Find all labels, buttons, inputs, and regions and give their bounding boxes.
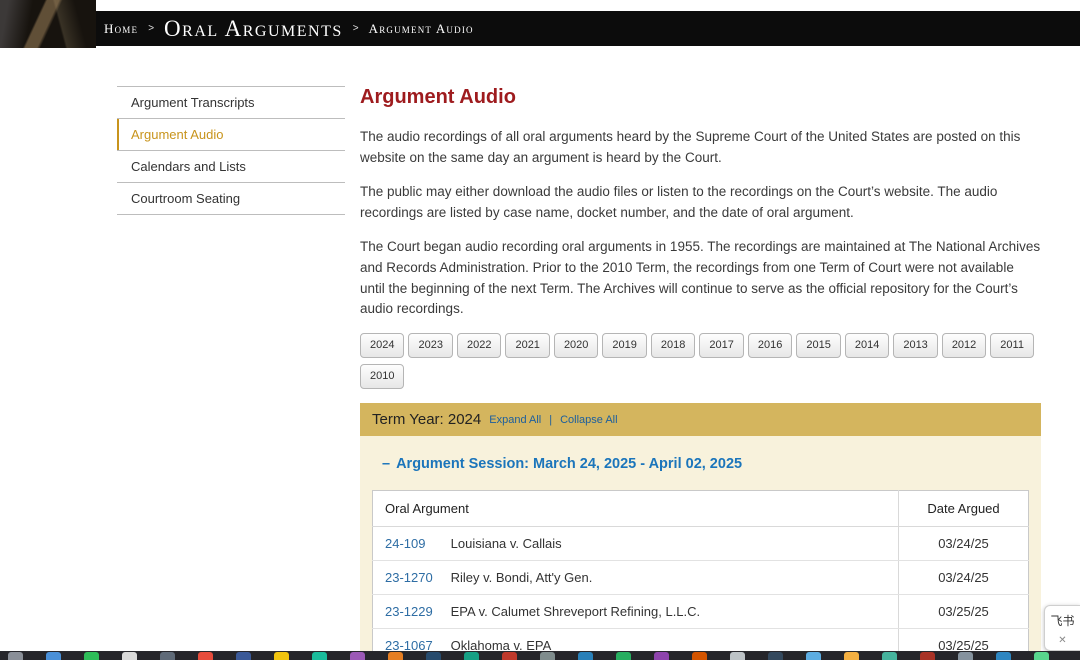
- feishu-popup: 飞书 ✕: [1044, 605, 1080, 651]
- year-button-2019[interactable]: 2019: [602, 333, 647, 359]
- taskbar-app-icon[interactable]: [806, 652, 821, 660]
- taskbar-app-icon[interactable]: [464, 652, 479, 660]
- taskbar-app-icon[interactable]: [8, 652, 23, 660]
- taskbar-app-icon[interactable]: [958, 652, 973, 660]
- taskbar-app-icon[interactable]: [198, 652, 213, 660]
- taskbar-app-icon[interactable]: [236, 652, 251, 660]
- date-argued: 03/24/25: [898, 526, 1029, 562]
- year-button-2020[interactable]: 2020: [553, 333, 599, 359]
- argument-session-label: Argument Session: March 24, 2025 - April…: [396, 456, 743, 473]
- case-name: Louisiana v. Callais: [450, 536, 562, 552]
- taskbar-app-icon[interactable]: [274, 652, 289, 660]
- docket-link[interactable]: 24-109: [385, 536, 447, 551]
- year-button-2024[interactable]: 2024: [360, 333, 405, 359]
- breadcrumb-oral-arguments-link[interactable]: Oral Arguments: [164, 16, 343, 42]
- sidebar-item-argument-audio[interactable]: Argument Audio: [117, 118, 345, 150]
- taskbar-app-icon[interactable]: [920, 652, 935, 660]
- term-year-filter: 2024 2023 2022 2021 2020 2019 2018 2017 …: [360, 333, 1041, 390]
- taskbar-app-icon[interactable]: [122, 652, 137, 660]
- taskbar-app-icon[interactable]: [654, 652, 669, 660]
- year-button-2023[interactable]: 2023: [408, 333, 453, 359]
- taskbar-app-icon[interactable]: [996, 652, 1011, 660]
- expand-all-link[interactable]: Expand All: [489, 414, 541, 426]
- site-header: Home > Oral Arguments > Argument Audio: [0, 0, 1080, 48]
- year-button-2017[interactable]: 2017: [699, 333, 744, 359]
- breadcrumb-separator-icon: >: [148, 23, 155, 34]
- intro-paragraph-2: The public may either download the audio…: [360, 183, 998, 220]
- taskbar-app-icon[interactable]: [882, 652, 897, 660]
- feishu-popup-label: 飞书: [1050, 614, 1075, 628]
- taskbar-app-icon[interactable]: [426, 652, 441, 660]
- taskbar-app-icon[interactable]: [84, 652, 99, 660]
- taskbar-app-icon[interactable]: [768, 652, 783, 660]
- popup-close-icon[interactable]: ✕: [1048, 635, 1077, 646]
- date-argued: 03/25/25: [898, 594, 1029, 630]
- year-button-2010[interactable]: 2010: [360, 364, 405, 390]
- taskbar-app-icon[interactable]: [350, 652, 365, 660]
- main-content: Argument Audio The audio recordings of a…: [360, 86, 1041, 660]
- court-building-image: [0, 0, 96, 48]
- year-button-2013[interactable]: 2013: [893, 333, 938, 359]
- date-argued: 03/24/25: [898, 560, 1029, 596]
- sidebar-item-argument-transcripts[interactable]: Argument Transcripts: [117, 86, 345, 118]
- year-button-2021[interactable]: 2021: [505, 333, 550, 359]
- taskbar-app-icon[interactable]: [844, 652, 859, 660]
- breadcrumb-separator-icon: >: [352, 23, 359, 34]
- year-button-2016[interactable]: 2016: [747, 333, 793, 359]
- term-year-bar: Term Year: 2024 Expand All | Collapse Al…: [360, 403, 1041, 437]
- year-button-2012[interactable]: 2012: [941, 333, 987, 359]
- table-row: 23-1229 EPA v. Calumet Shreveport Refini…: [372, 594, 1029, 630]
- table-row: 24-109 Louisiana v. Callais 03/24/25: [372, 526, 1029, 562]
- breadcrumb-home-link[interactable]: Home: [104, 21, 138, 37]
- column-header-date-argued: Date Argued: [898, 490, 1029, 528]
- oral-arguments-table: Oral Argument Date Argued 24-109 Louisia…: [372, 490, 1029, 660]
- taskbar-app-icon[interactable]: [160, 652, 175, 660]
- taskbar[interactable]: [0, 651, 1080, 660]
- collapse-toggle-icon[interactable]: –: [382, 456, 390, 472]
- case-name: EPA v. Calumet Shreveport Refining, L.L.…: [450, 604, 701, 620]
- collapse-all-link[interactable]: Collapse All: [560, 414, 617, 426]
- expand-collapse-separator: |: [549, 413, 553, 426]
- taskbar-app-icon[interactable]: [730, 652, 745, 660]
- table-row: 23-1270 Riley v. Bondi, Att'y Gen. 03/24…: [372, 560, 1029, 596]
- taskbar-icons: [0, 651, 1080, 660]
- breadcrumb: Home > Oral Arguments > Argument Audio: [104, 11, 474, 46]
- intro-paragraph-1: The audio recordings of all oral argumen…: [360, 129, 1021, 165]
- breadcrumb-argument-audio-link[interactable]: Argument Audio: [369, 21, 474, 37]
- docket-link[interactable]: 23-1270: [385, 570, 447, 585]
- table-header-row: Oral Argument Date Argued: [372, 490, 1029, 528]
- taskbar-app-icon[interactable]: [1034, 652, 1049, 660]
- year-button-2022[interactable]: 2022: [456, 333, 502, 359]
- year-button-2018[interactable]: 2018: [650, 333, 696, 359]
- term-year-label: Term Year: 2024: [372, 411, 482, 429]
- sidebar-item-calendars-and-lists[interactable]: Calendars and Lists: [117, 150, 345, 182]
- taskbar-app-icon[interactable]: [540, 652, 555, 660]
- taskbar-app-icon[interactable]: [46, 652, 61, 660]
- year-button-2014[interactable]: 2014: [844, 333, 890, 359]
- taskbar-app-icon[interactable]: [692, 652, 707, 660]
- docket-link[interactable]: 23-1229: [385, 604, 447, 619]
- argument-session-panel: – Argument Session: March 24, 2025 - Apri…: [360, 436, 1041, 660]
- taskbar-app-icon[interactable]: [502, 652, 517, 660]
- taskbar-app-icon[interactable]: [312, 652, 327, 660]
- sidebar: Argument Transcripts Argument Audio Cale…: [117, 86, 345, 215]
- taskbar-app-icon[interactable]: [388, 652, 403, 660]
- intro-paragraph-3: The Court began audio recording oral arg…: [360, 238, 1041, 317]
- screen: Home > Oral Arguments > Argument Audio A…: [0, 0, 1080, 660]
- taskbar-app-icon[interactable]: [616, 652, 631, 660]
- year-button-2015[interactable]: 2015: [796, 333, 841, 359]
- taskbar-app-icon[interactable]: [578, 652, 593, 660]
- year-button-2011[interactable]: 2011: [990, 333, 1034, 359]
- page-title: Argument Audio: [360, 86, 516, 108]
- column-header-oral-argument: Oral Argument: [372, 490, 899, 528]
- case-name: Riley v. Bondi, Att'y Gen.: [450, 570, 593, 586]
- page-content: Argument Transcripts Argument Audio Cale…: [0, 48, 1080, 660]
- sidebar-item-courtroom-seating[interactable]: Courtroom Seating: [117, 182, 345, 214]
- argument-session-header[interactable]: – Argument Session: March 24, 2025 - Apri…: [372, 436, 1029, 490]
